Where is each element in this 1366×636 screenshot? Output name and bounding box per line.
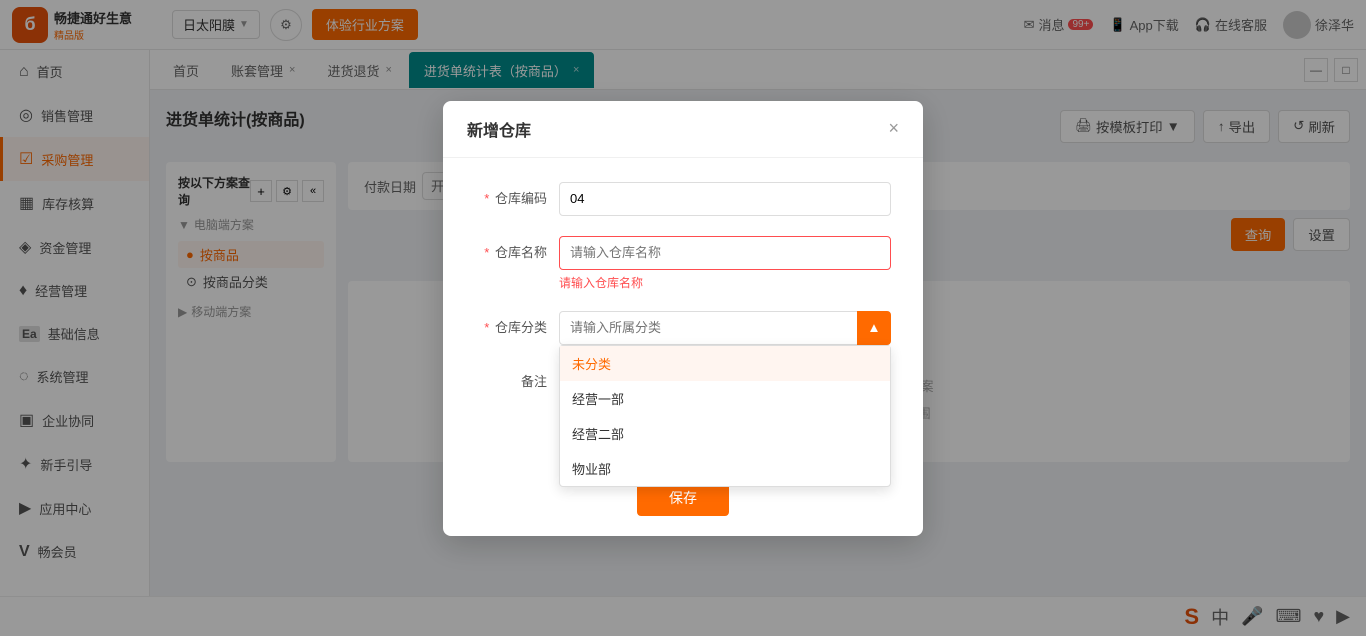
- required-star2: *: [484, 245, 489, 260]
- category-label: * 仓库分类: [475, 311, 547, 336]
- name-error-msg: 请输入仓库名称: [559, 274, 891, 291]
- modal-close-button[interactable]: ×: [888, 118, 899, 139]
- code-input-wrap: [559, 182, 891, 216]
- category-option-op2[interactable]: 经营二部: [560, 416, 890, 451]
- name-input-wrap: 请输入仓库名称: [559, 236, 891, 291]
- chevron-up-icon: ▲: [867, 320, 880, 335]
- code-input[interactable]: [559, 182, 891, 216]
- required-star3: *: [484, 320, 489, 335]
- category-dropdown-list: 未分类 经营一部 经营二部 物业部: [559, 345, 891, 487]
- category-option-op1[interactable]: 经营一部: [560, 381, 890, 416]
- name-field-row: * 仓库名称 请输入仓库名称: [475, 236, 891, 291]
- category-option-none[interactable]: 未分类: [560, 346, 890, 381]
- code-field-row: * 仓库编码: [475, 182, 891, 216]
- category-input-wrap: ▲ 未分类 经营一部 经营二部 物业部: [559, 311, 891, 345]
- category-input[interactable]: [559, 311, 891, 345]
- category-field-row: * 仓库分类 ▲ 未分类 经营一部 经营二部 物业部: [475, 311, 891, 345]
- name-label: * 仓库名称: [475, 236, 547, 261]
- modal-title: 新增仓库: [467, 117, 531, 141]
- category-option-op3[interactable]: 物业部: [560, 451, 890, 486]
- name-input[interactable]: [559, 236, 891, 270]
- required-star: *: [484, 191, 489, 206]
- remark-label: 备注: [475, 365, 547, 390]
- modal-overlay: 新增仓库 × * 仓库编码 * 仓库名称: [0, 0, 1366, 636]
- code-label: * 仓库编码: [475, 182, 547, 207]
- modal-body: * 仓库编码 * 仓库名称 请输入仓库名称: [443, 158, 923, 472]
- modal-header: 新增仓库 ×: [443, 101, 923, 158]
- new-warehouse-modal: 新增仓库 × * 仓库编码 * 仓库名称: [443, 101, 923, 536]
- category-dropdown-button[interactable]: ▲: [857, 311, 891, 345]
